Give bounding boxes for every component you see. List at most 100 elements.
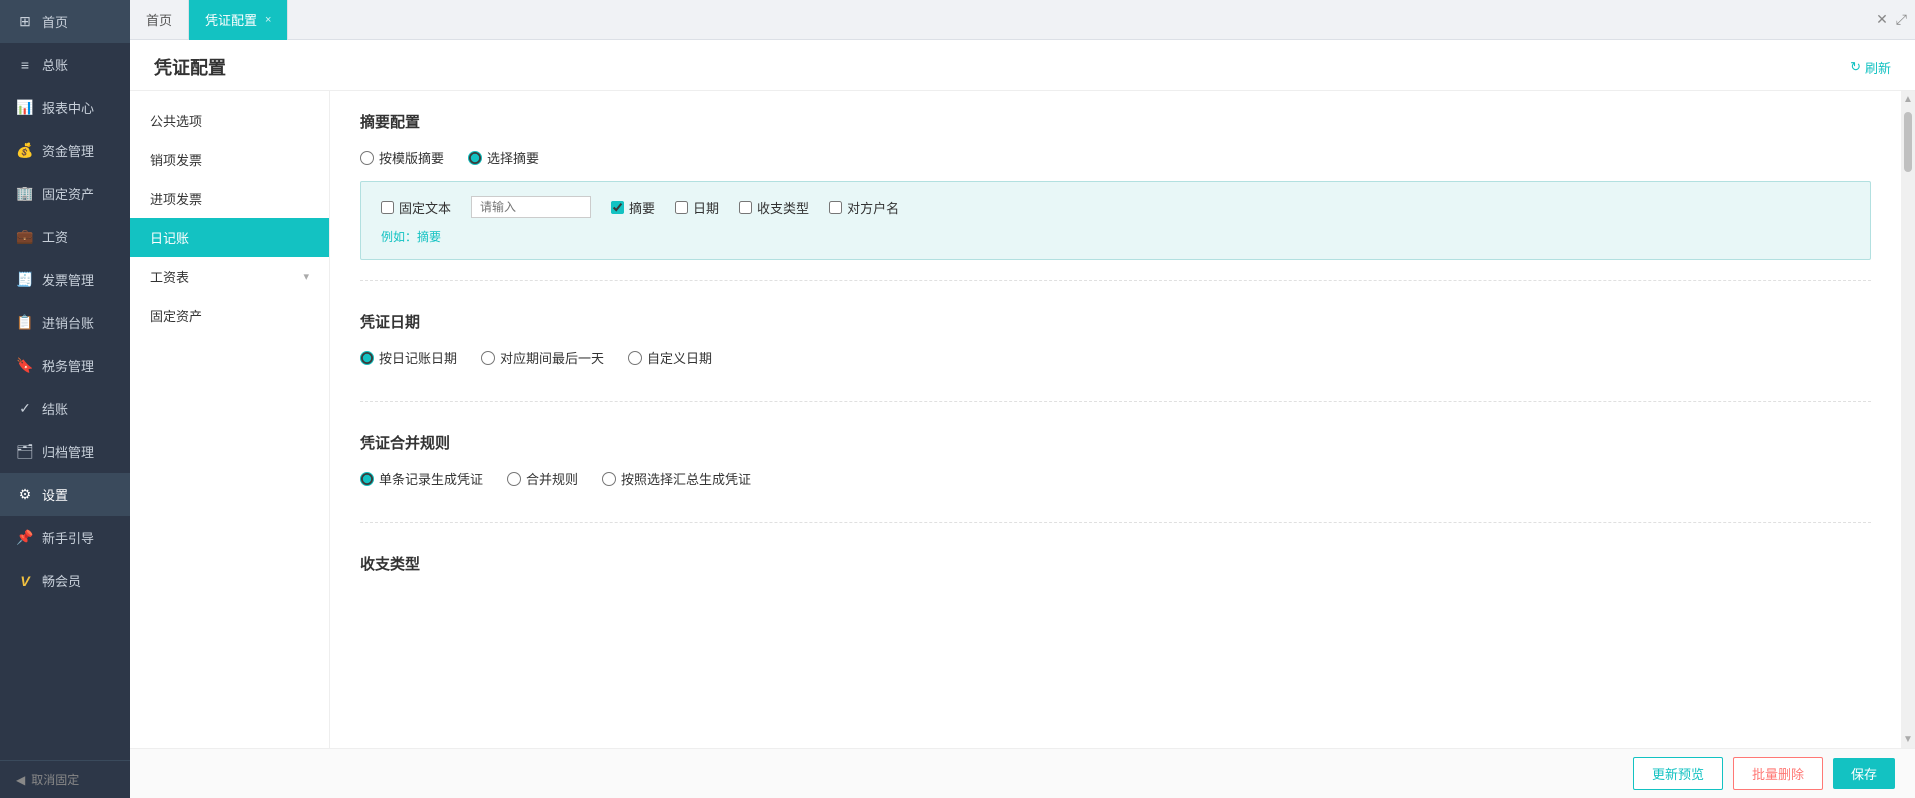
tab-voucher-config[interactable]: 凭证配置 × [189, 0, 288, 40]
checkbox-abstract[interactable]: 摘要 [611, 198, 655, 217]
window-resize-icon[interactable]: ⤢ [1896, 11, 1907, 28]
date-radio-group: 按日记账日期 对应期间最后一天 自定义日期 [360, 348, 1871, 367]
radio-last-day[interactable]: 对应期间最后一天 [481, 348, 604, 367]
scroll-up-arrow[interactable]: ▲ [1901, 91, 1915, 108]
radio-journal-date-input[interactable] [360, 351, 374, 365]
page-title: 凭证配置 [154, 54, 226, 80]
batch-delete-button[interactable]: 批量删除 [1733, 757, 1823, 790]
sidebar-unpin-button[interactable]: ◀ 取消固定 [0, 760, 130, 798]
ledger-icon: ≡ [16, 57, 34, 73]
checkbox-abstract-input[interactable] [611, 201, 624, 214]
summary-example: 例如：摘要 [381, 228, 1850, 245]
radio-merge-rule[interactable]: 合并规则 [507, 469, 578, 488]
guide-icon: 📌 [16, 529, 34, 546]
radio-summary-generate[interactable]: 按照选择汇总生成凭证 [602, 469, 751, 488]
left-nav: 公共选项 销项发票 进项发票 日记账 工资表 ▾ 固定资产 [130, 91, 330, 748]
radio-select-summary[interactable]: 选择摘要 [468, 148, 539, 167]
sidebar-item-settings[interactable]: ⚙ 设置 [0, 473, 130, 516]
sidebar-item-invoice[interactable]: 🧾 发票管理 [0, 258, 130, 301]
sidebar-item-checkout[interactable]: ✓ 结账 [0, 387, 130, 430]
radio-journal-date[interactable]: 按日记账日期 [360, 348, 457, 367]
section-summary: 摘要配置 按模版摘要 选择摘要 [360, 111, 1871, 281]
window-close-icon[interactable]: ✕ [1876, 11, 1888, 28]
tab-home[interactable]: 首页 [130, 0, 189, 40]
nav-fixed-asset[interactable]: 固定资产 [130, 296, 329, 335]
radio-template-summary[interactable]: 按模版摘要 [360, 148, 444, 167]
invoice-icon: 🧾 [16, 271, 34, 288]
sidebar-item-asset[interactable]: 🏢 固定资产 [0, 172, 130, 215]
nav-public[interactable]: 公共选项 [130, 101, 329, 140]
sidebar-item-salary[interactable]: 💼 工资 [0, 215, 130, 258]
checkbox-counterpart[interactable]: 对方户名 [829, 198, 899, 217]
nav-purchase-invoice[interactable]: 进项发票 [130, 179, 329, 218]
refresh-button[interactable]: ↻ 刷新 [1850, 58, 1891, 77]
scroll-down-arrow[interactable]: ▼ [1901, 731, 1915, 748]
right-content: 摘要配置 按模版摘要 选择摘要 [330, 91, 1901, 748]
fund-icon: 💰 [16, 142, 34, 159]
trade-icon: 📋 [16, 314, 34, 331]
radio-single-input[interactable] [360, 472, 374, 486]
radio-merge-input[interactable] [507, 472, 521, 486]
sidebar-item-fund[interactable]: 💰 资金管理 [0, 129, 130, 172]
checkbox-fixed-text[interactable]: 固定文本 [381, 198, 451, 217]
report-icon: 📊 [16, 99, 34, 116]
summary-radio-group: 按模版摘要 选择摘要 [360, 148, 1871, 167]
sidebar-item-archive[interactable]: 🗂 归档管理 [0, 430, 130, 473]
archive-icon: 🗂 [16, 443, 34, 460]
update-preview-button[interactable]: 更新预览 [1633, 757, 1723, 790]
section-income-title: 收支类型 [360, 553, 1871, 574]
fixed-text-input[interactable] [471, 196, 591, 218]
pin-icon: ◀ [16, 773, 25, 787]
sidebar-item-tax[interactable]: 🔖 税务管理 [0, 344, 130, 387]
tab-close-button[interactable]: × [265, 14, 271, 26]
radio-custom-date-input[interactable] [628, 351, 642, 365]
summary-checkbox-area: 固定文本 摘要 日期 [360, 181, 1871, 260]
radio-template-input[interactable] [360, 151, 374, 165]
sidebar-item-ledger[interactable]: ≡ 总账 [0, 43, 130, 86]
radio-select-input[interactable] [468, 151, 482, 165]
section-date-title: 凭证日期 [360, 311, 1871, 332]
nav-sales-invoice[interactable]: 销项发票 [130, 140, 329, 179]
section-voucher-date: 凭证日期 按日记账日期 对应期间最后一天 [360, 311, 1871, 402]
main-area: 首页 凭证配置 × ✕ ⤢ 凭证配置 ↻ 刷新 公共选项 销项发票 [130, 0, 1915, 798]
sidebar-item-vip[interactable]: V 畅会员 [0, 559, 130, 602]
radio-single-record[interactable]: 单条记录生成凭证 [360, 469, 483, 488]
checkbox-income-type-input[interactable] [739, 201, 752, 214]
sidebar-item-home[interactable]: ⊞ 首页 [0, 0, 130, 43]
tax-icon: 🔖 [16, 357, 34, 374]
scrollbar-track: ▲ ▼ [1901, 91, 1915, 748]
checkbox-income-type[interactable]: 收支类型 [739, 198, 809, 217]
radio-custom-date[interactable]: 自定义日期 [628, 348, 712, 367]
section-merge-rules: 凭证合并规则 单条记录生成凭证 合并规则 [360, 432, 1871, 523]
checkbox-date[interactable]: 日期 [675, 198, 719, 217]
settings-icon: ⚙ [16, 486, 34, 503]
nav-journal[interactable]: 日记账 [130, 218, 329, 257]
nav-payroll[interactable]: 工资表 ▾ [130, 257, 329, 296]
checkbox-counterpart-input[interactable] [829, 201, 842, 214]
scroll-thumb[interactable] [1904, 112, 1912, 172]
radio-summary-input[interactable] [602, 472, 616, 486]
tab-controls: ✕ ⤢ [1876, 11, 1915, 28]
tab-bar: 首页 凭证配置 × ✕ ⤢ [130, 0, 1915, 40]
section-summary-title: 摘要配置 [360, 111, 1871, 132]
bottom-action-bar: 更新预览 批量删除 保存 [130, 748, 1915, 798]
sidebar-item-report[interactable]: 📊 报表中心 [0, 86, 130, 129]
sidebar-item-trade[interactable]: 📋 进销台账 [0, 301, 130, 344]
sidebar: ⊞ 首页 ≡ 总账 📊 报表中心 💰 资金管理 🏢 固定资产 💼 工资 🧾 发票… [0, 0, 130, 798]
asset-icon: 🏢 [16, 185, 34, 202]
page-header: 凭证配置 ↻ 刷新 [130, 40, 1915, 91]
section-income-type: 收支类型 [360, 553, 1871, 610]
merge-radio-group: 单条记录生成凭证 合并规则 按照选择汇总生成凭证 [360, 469, 1871, 488]
checkbox-items-row: 固定文本 摘要 日期 [381, 196, 1850, 218]
content-area: 公共选项 销项发票 进项发票 日记账 工资表 ▾ 固定资产 [130, 91, 1915, 748]
checkbox-fixed-text-input[interactable] [381, 201, 394, 214]
sidebar-item-guide[interactable]: 📌 新手引导 [0, 516, 130, 559]
vip-icon: V [16, 573, 34, 589]
refresh-icon: ↻ [1850, 59, 1861, 75]
save-button[interactable]: 保存 [1833, 758, 1895, 789]
radio-last-day-input[interactable] [481, 351, 495, 365]
section-merge-title: 凭证合并规则 [360, 432, 1871, 453]
payroll-chevron-icon: ▾ [303, 270, 309, 283]
checkbox-date-input[interactable] [675, 201, 688, 214]
salary-icon: 💼 [16, 228, 34, 245]
